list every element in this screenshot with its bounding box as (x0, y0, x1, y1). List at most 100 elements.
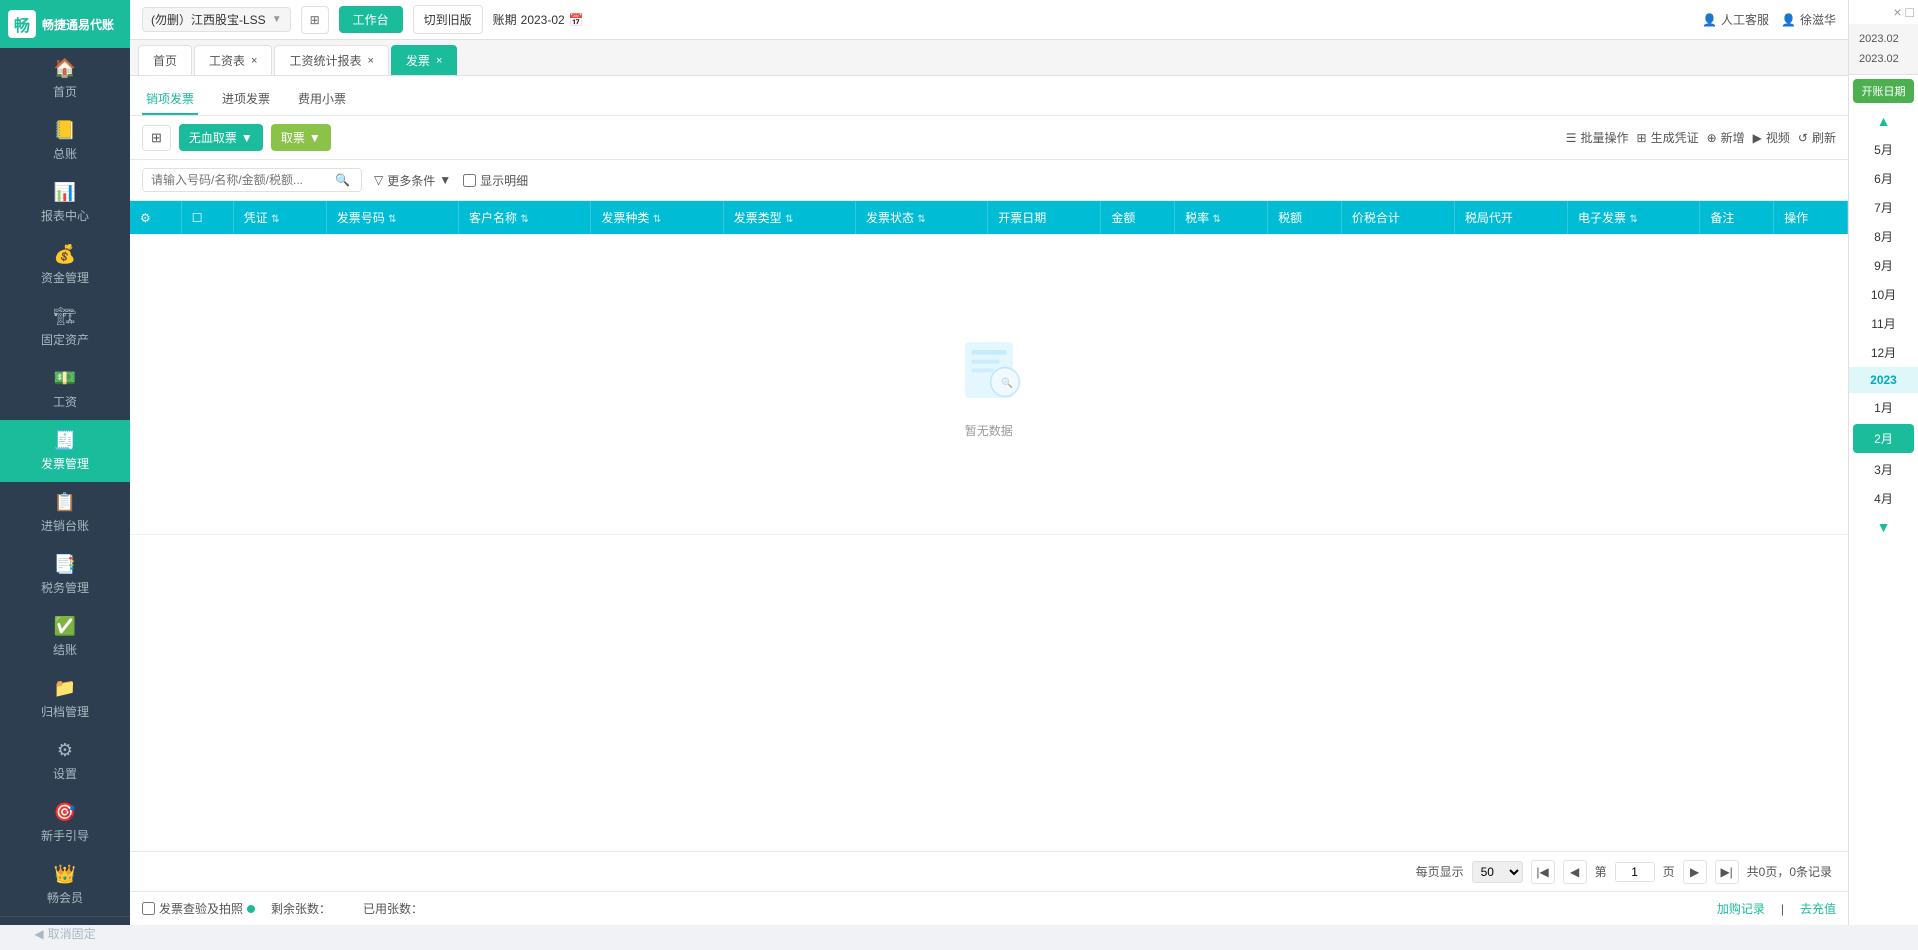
month-3[interactable]: 3月 (1849, 455, 1918, 484)
month-10[interactable]: 10月 (1849, 280, 1918, 309)
sidebar-item-2[interactable]: 📊 报表中心 (0, 172, 130, 234)
show-detail-checkbox[interactable]: 显示明细 (463, 172, 528, 189)
new-btn[interactable]: ⊕ 新增 (1707, 129, 1745, 146)
th-electronic[interactable]: 电子发票 ⇅ (1568, 201, 1700, 234)
check-label-container[interactable]: 发票查验及拍照 (142, 900, 255, 917)
month-7[interactable]: 7月 (1849, 193, 1918, 222)
tab-salary-report[interactable]: 工资统计报表 × (274, 45, 388, 75)
more-conditions-btn[interactable]: ▽ 更多条件 ▼ (374, 172, 451, 189)
tab-salary-report-close[interactable]: × (367, 55, 373, 67)
sidebar-item-3[interactable]: 💰资金管理 (0, 234, 130, 296)
draw-btn[interactable]: 取票 ▼ (271, 124, 331, 151)
batch-ops-btn[interactable]: ☰ 批量操作 (1566, 129, 1629, 146)
tab-home[interactable]: 首页 (138, 45, 192, 75)
tab-invoice[interactable]: 发票 × (391, 45, 457, 75)
sidebar-item-1[interactable]: 📒总账 (0, 110, 130, 172)
sidebar-item-0[interactable]: 🏠首页 (0, 48, 130, 110)
year-2023[interactable]: 2023 (1849, 367, 1918, 393)
date-panel-expand-btn[interactable]: □ (1906, 4, 1914, 20)
prev-page-btn[interactable]: ◀ (1563, 860, 1587, 884)
switch-old-btn[interactable]: 切到旧版 (413, 5, 483, 34)
subtab-expense[interactable]: 费用小票 (294, 84, 350, 115)
workspace-btn[interactable]: 工作台 (339, 6, 403, 33)
tab-salary-close[interactable]: × (251, 55, 257, 67)
th-settings[interactable]: ⚙ (130, 201, 181, 234)
subtab-purchase[interactable]: 进项发票 (218, 84, 274, 115)
th-invoice-no[interactable]: 发票号码 ⇅ (326, 201, 458, 234)
user-avatar[interactable]: 👤 徐滋华 (1781, 11, 1836, 28)
th-checkbox[interactable]: ☐ (181, 201, 233, 234)
sidebar-item-6[interactable]: 🧾发票管理 (0, 420, 130, 482)
th-tax-bureau: 税局代开 (1454, 201, 1567, 234)
th-invoice-status[interactable]: 发票状态 ⇅ (855, 201, 987, 234)
month-2[interactable]: 2月 (1853, 424, 1914, 453)
sidebar-icon-0: 🏠 (54, 58, 76, 79)
show-detail-input[interactable] (463, 174, 476, 187)
sidebar-item-12[interactable]: 🎯新手引导 (0, 792, 130, 854)
month-8[interactable]: 8月 (1849, 222, 1918, 251)
copy-btn[interactable]: ⊞ (301, 6, 329, 34)
month-1[interactable]: 1月 (1849, 393, 1918, 422)
period-label: 账期 (493, 11, 517, 28)
subtab-sales[interactable]: 销项发票 (142, 84, 198, 115)
th-voucher[interactable]: 凭证 ⇅ (233, 201, 326, 234)
sidebar-item-13[interactable]: 👑畅会员 (0, 854, 130, 916)
sidebar-item-9[interactable]: ✅结账 (0, 606, 130, 668)
month-12[interactable]: 12月 (1849, 338, 1918, 367)
th-customer[interactable]: 客户名称 ⇅ (459, 201, 591, 234)
th-invoice-type[interactable]: 发票种类 ⇅ (591, 201, 723, 234)
th-invoice-category[interactable]: 发票类型 ⇅ (723, 201, 855, 234)
batch-icon: ☰ (1566, 131, 1577, 145)
open-period-btn[interactable]: 开账日期 (1853, 79, 1914, 103)
sidebar-item-7[interactable]: 📋进销台账 (0, 482, 130, 544)
no-draw-arrow: ▼ (241, 131, 253, 145)
sidebar-item-8[interactable]: 📑税务管理 (0, 544, 130, 606)
date-header-item-1[interactable]: 2023.02 (1855, 30, 1912, 48)
sidebar-icon-8: 📑 (54, 554, 76, 575)
sidebar-collapse-btn[interactable]: ◀ 取消固定 (0, 917, 130, 950)
sidebar-item-10[interactable]: 📁归档管理 (0, 668, 130, 730)
month-11[interactable]: 11月 (1849, 309, 1918, 338)
page-size-select[interactable]: 50 100 200 (1472, 861, 1523, 883)
gen-voucher-btn[interactable]: ⊞ 生成凭证 (1637, 129, 1699, 146)
month-6[interactable]: 6月 (1849, 164, 1918, 193)
check-checkbox[interactable] (142, 902, 155, 915)
search-input[interactable] (151, 173, 331, 187)
month-9[interactable]: 9月 (1849, 251, 1918, 280)
view-toggle[interactable]: ⊞ (142, 125, 171, 151)
month-arrow-up[interactable]: ▲ (1849, 107, 1918, 135)
invoice-table: ⚙ ☐ 凭证 ⇅ 发票号码 ⇅ 客户名称 ⇅ 发票种类 ⇅ 发票类型 ⇅ 发票状… (130, 201, 1848, 535)
sidebar-label-2: 报表中心 (41, 207, 89, 224)
month-5[interactable]: 5月 (1849, 135, 1918, 164)
date-month-list: ▲ 5月 6月 7月 8月 9月 10月 11月 12月 2023 1月 2月 … (1849, 107, 1918, 541)
date-panel-close-btn[interactable]: × (1893, 4, 1901, 20)
sidebar-icon-2: 📊 (54, 182, 76, 203)
support-link[interactable]: 👤 人工客服 (1702, 11, 1769, 28)
tab-salary[interactable]: 工资表 × (194, 45, 272, 75)
tab-invoice-close[interactable]: × (436, 55, 442, 67)
period-icon: 📅 (569, 13, 584, 27)
date-header-item-2[interactable]: 2023.02 (1855, 50, 1912, 68)
video-btn[interactable]: ▶ 视频 (1753, 129, 1790, 146)
last-page-btn[interactable]: ▶| (1715, 860, 1739, 884)
sidebar-item-11[interactable]: ⚙设置 (0, 730, 130, 792)
grid-view-btn[interactable]: ⊞ (143, 126, 170, 150)
current-page-input[interactable] (1615, 862, 1655, 882)
sidebar-item-5[interactable]: 💵工资 (0, 358, 130, 420)
toolbar-right-group: ☰ 批量操作 ⊞ 生成凭证 ⊕ 新增 ▶ 视频 ↺ 刷新 (1566, 129, 1836, 146)
next-page-btn[interactable]: ▶ (1683, 860, 1707, 884)
sidebar-icon-4: 🏗 (54, 306, 77, 327)
month-4[interactable]: 4月 (1849, 484, 1918, 513)
sidebar: 畅 畅捷通易代账 🏠首页📒总账📊报表中心💰资金管理🏗固定资产💵工资🧾发票管理📋进… (0, 0, 130, 925)
th-tax-rate[interactable]: 税率 ⇅ (1175, 201, 1268, 234)
sidebar-item-4[interactable]: 🏗固定资产 (0, 296, 130, 358)
company-selector[interactable]: (勿删）江西股宝-LSS ▼ (142, 7, 291, 32)
refresh-btn[interactable]: ↺ 刷新 (1798, 129, 1836, 146)
first-page-btn[interactable]: |◀ (1531, 860, 1555, 884)
no-draw-btn[interactable]: 无血取票 ▼ (179, 124, 263, 151)
month-arrow-down[interactable]: ▼ (1849, 513, 1918, 541)
go-buy-link[interactable]: 去充值 (1800, 900, 1836, 917)
add-record-link[interactable]: 加购记录 (1717, 900, 1765, 917)
user-name: 徐滋华 (1800, 11, 1836, 28)
sidebar-icon-5: 💵 (54, 368, 76, 389)
